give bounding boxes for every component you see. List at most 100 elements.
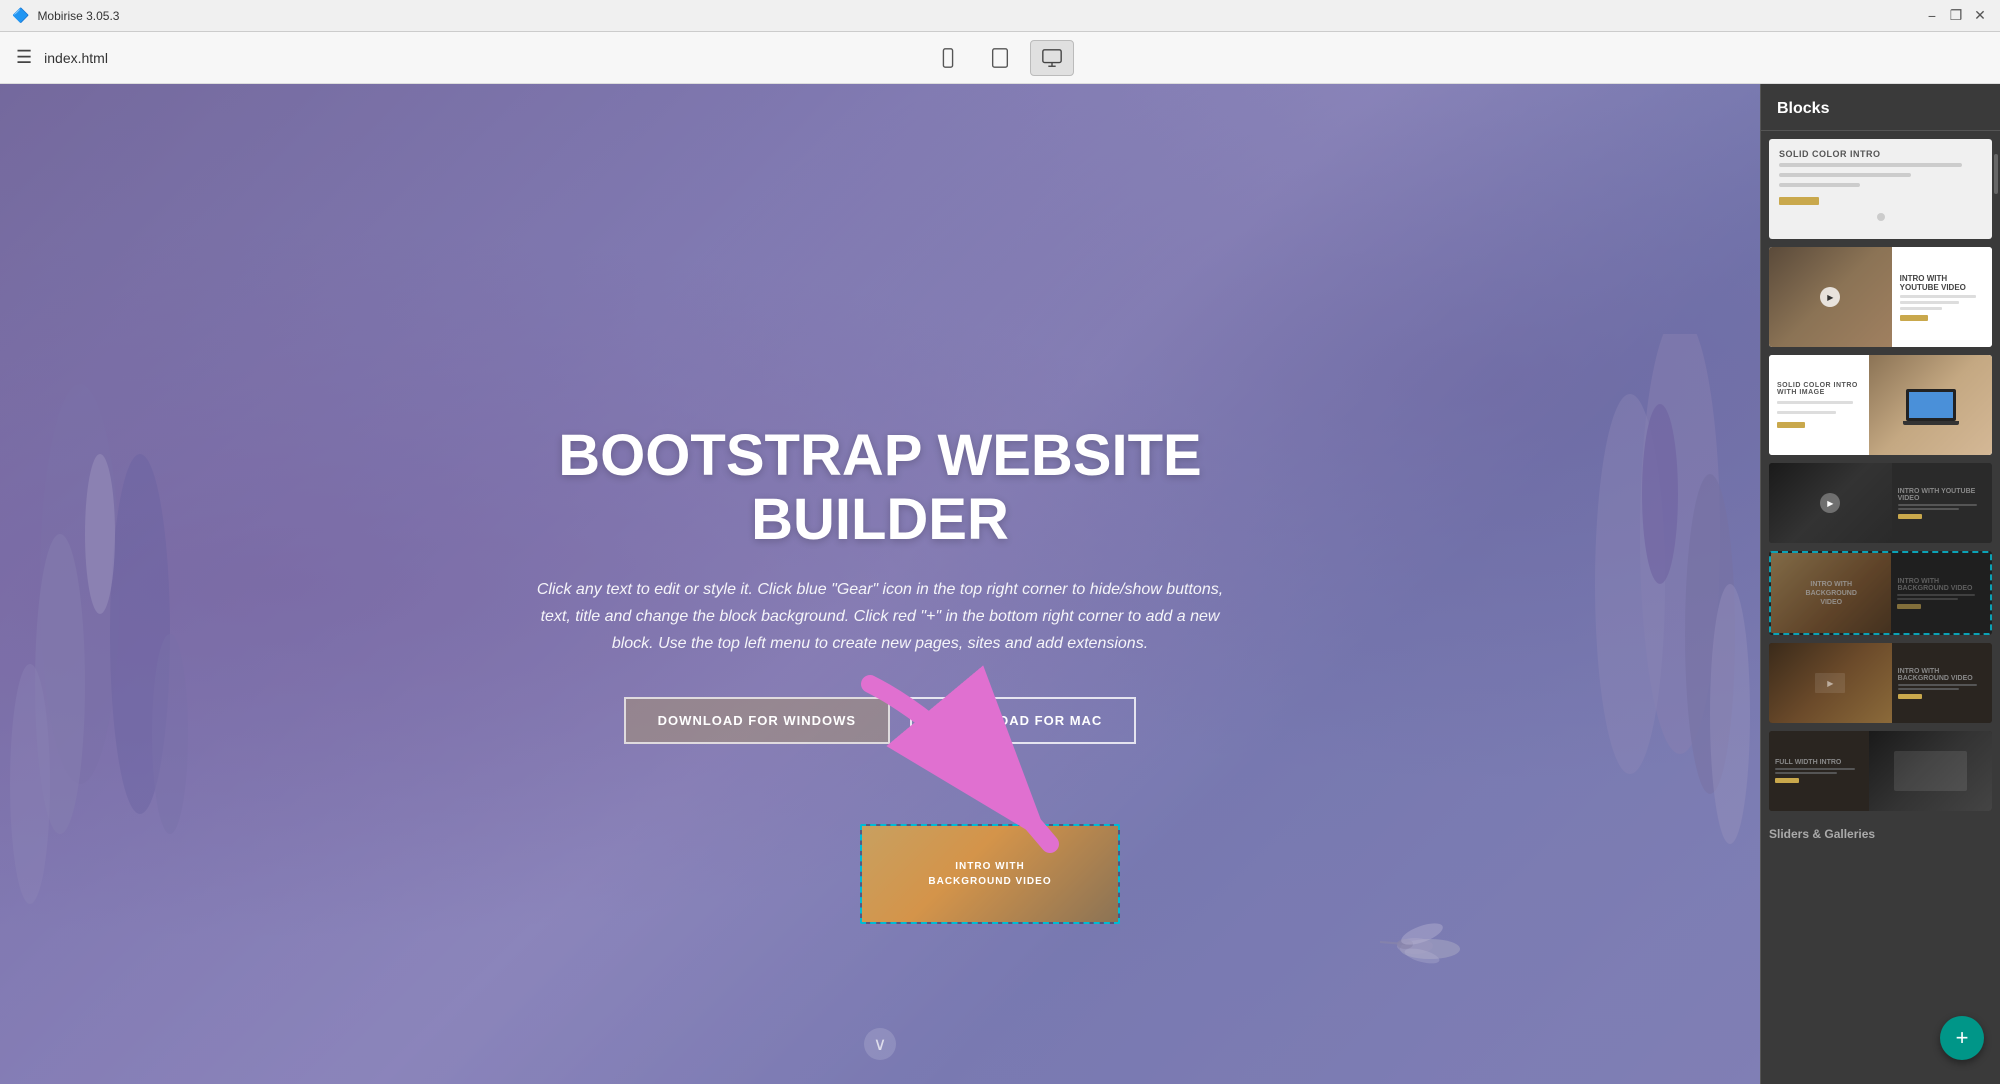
block-yt2-preview: ▶ INTRO WITH YOUTUBE VIDEO — [1769, 463, 1992, 543]
hummingbird — [1360, 904, 1480, 984]
play-icon: ▶ — [1820, 287, 1840, 307]
image-text-area: SOLID COLOR INTRO WITH IMAGE — [1769, 355, 1869, 455]
restore-button[interactable]: ❐ — [1948, 8, 1964, 24]
preview-button — [1775, 778, 1799, 783]
youtube-text-area: INTRO WITH YOUTUBE VIDEO — [1892, 247, 1992, 347]
block-item-intro-youtube-dark[interactable]: ▶ INTRO WITH YOUTUBE VIDEO — [1769, 463, 1992, 543]
bg-video-sublabel: BACKGROUND — [1806, 590, 1857, 597]
drag-preview-label: INTRO WITH — [955, 861, 1024, 872]
block-bg-video2-preview: ▶ INTRO WITH BACKGROUND VIDEO — [1769, 643, 1992, 723]
toolbar: ☰ index.html — [0, 32, 2000, 84]
image-block-label: SOLID COLOR INTRO WITH IMAGE — [1777, 382, 1861, 396]
block-item-intro-youtube[interactable]: ▶ INTRO WITH YOUTUBE VIDEO — [1769, 247, 1992, 347]
preview-button — [1898, 694, 1922, 699]
laptop-illustration — [1906, 389, 1956, 421]
full-width-text-area: FULL WIDTH INTRO — [1769, 731, 1869, 811]
preview-line — [1775, 772, 1837, 774]
blocks-panel: Blocks SOLID COLOR INTRO — [1760, 84, 2000, 1084]
drag-preview-sublabel: BACKGROUND VIDEO — [928, 876, 1051, 887]
full-width-image — [1869, 731, 1992, 811]
bg-v2-block-label: INTRO WITH BACKGROUND VIDEO — [1898, 668, 1986, 682]
bg-video-label: INTRO WITH — [1810, 581, 1852, 588]
bg-video-block-label: INTRO WITH BACKGROUND VIDEO — [1897, 578, 1984, 592]
bg-v2-text-area: INTRO WITH BACKGROUND VIDEO — [1892, 643, 1992, 723]
hero-subtitle[interactable]: Click any text to edit or style it. Clic… — [530, 576, 1230, 658]
block-item-intro-bg-video[interactable]: INTRO WITH BACKGROUND VIDEO INTRO WITH B… — [1769, 551, 1992, 635]
block-youtube-preview: ▶ INTRO WITH YOUTUBE VIDEO — [1769, 247, 1992, 347]
block-with-image-preview: SOLID COLOR INTRO WITH IMAGE — [1769, 355, 1992, 455]
yt2-block-label: INTRO WITH YOUTUBE VIDEO — [1898, 488, 1986, 502]
preview-line — [1897, 598, 1958, 600]
plant-left — [0, 384, 300, 1084]
preview-button — [1900, 315, 1928, 321]
preview-button — [1779, 197, 1819, 205]
preview-line — [1900, 301, 1959, 304]
preview-line — [1898, 684, 1978, 686]
play-icon: ▶ — [1827, 679, 1833, 688]
add-block-button[interactable]: + — [1940, 1016, 1984, 1060]
block-full-width-preview: FULL WIDTH INTRO — [1769, 731, 1992, 811]
desktop-view-button[interactable] — [1030, 40, 1074, 76]
youtube-image: ▶ — [1769, 247, 1892, 347]
bg-v2-image: ▶ — [1815, 673, 1845, 693]
bg-v2-screen: ▶ — [1815, 673, 1845, 693]
block-item-full-width-intro[interactable]: FULL WIDTH INTRO — [1769, 731, 1992, 811]
preview-line — [1777, 401, 1853, 404]
block-bg-video-preview: INTRO WITH BACKGROUND VIDEO INTRO WITH B… — [1771, 553, 1990, 633]
minimize-button[interactable]: − — [1924, 8, 1940, 24]
bg-video-sublabel2: VIDEO — [1820, 599, 1842, 606]
preview-line — [1898, 504, 1978, 506]
menu-icon[interactable]: ☰ — [16, 47, 32, 68]
download-windows-button[interactable]: DOWNLOAD FOR WINDOWS — [624, 697, 890, 744]
bg-v2-thumbnail: ▶ — [1769, 643, 1892, 723]
canvas: BOOTSTRAP WEBSITE BUILDER Click any text… — [0, 84, 1760, 1084]
preview-line — [1898, 508, 1960, 510]
toolbar-view-switcher — [926, 40, 1074, 76]
blocks-panel-header: Blocks — [1761, 84, 2000, 131]
app-title: Mobirise 3.05.3 — [37, 9, 119, 23]
block-item-solid-color-intro[interactable]: SOLID COLOR INTRO — [1769, 139, 1992, 239]
section-label: Sliders & Galleries — [1769, 827, 1875, 841]
close-button[interactable]: ✕ — [1972, 8, 1988, 24]
tablet-view-button[interactable] — [978, 40, 1022, 76]
preview-button — [1777, 422, 1805, 428]
titlebar: 🔷 Mobirise 3.05.3 − ❐ ✕ — [0, 0, 2000, 32]
filename-label: index.html — [44, 50, 108, 66]
block-solid-intro-preview: SOLID COLOR INTRO — [1769, 139, 1992, 239]
yt2-text-area: INTRO WITH YOUTUBE VIDEO — [1892, 463, 1992, 543]
preview-line — [1779, 173, 1911, 177]
preview-line — [1900, 307, 1942, 310]
yt2-image: ▶ — [1769, 463, 1892, 543]
hero-title[interactable]: BOOTSTRAP WEBSITE BUILDER — [530, 424, 1230, 552]
titlebar-controls: − ❐ ✕ — [1924, 8, 1988, 24]
full-width-screen — [1894, 751, 1968, 791]
preview-line — [1897, 594, 1975, 596]
hero-buttons: DOWNLOAD FOR WINDOWS DOWNLOAD FOR MAC — [530, 697, 1230, 744]
bg-video-text-area: INTRO WITH BACKGROUND VIDEO — [1891, 553, 1990, 633]
bg-video-thumbnail: INTRO WITH BACKGROUND VIDEO — [1771, 553, 1891, 633]
blocks-panel-title: Blocks — [1777, 100, 1829, 117]
hero-section: BOOTSTRAP WEBSITE BUILDER Click any text… — [0, 84, 1760, 1084]
app-icon: 🔷 — [12, 7, 29, 24]
toolbar-left: ☰ index.html — [16, 47, 108, 68]
youtube-block-label: INTRO WITH YOUTUBE VIDEO — [1900, 274, 1984, 292]
panel-scrollbar[interactable] — [1994, 154, 1998, 194]
full-width-block-label: FULL WIDTH INTRO — [1775, 759, 1863, 766]
block-solid-intro-label: SOLID COLOR INTRO — [1779, 149, 1982, 159]
image-preview — [1869, 355, 1992, 455]
drag-preview-block: INTRO WITH BACKGROUND VIDEO — [860, 824, 1120, 924]
blocks-list: SOLID COLOR INTRO ▶ — [1761, 131, 2000, 819]
block-item-intro-bg-video-2[interactable]: ▶ INTRO WITH BACKGROUND VIDEO — [1769, 643, 1992, 723]
block-item-solid-color-intro-image[interactable]: SOLID COLOR INTRO WITH IMAGE — [1769, 355, 1992, 455]
preview-dot — [1877, 213, 1885, 221]
mobile-view-button[interactable] — [926, 40, 970, 76]
main-area: BOOTSTRAP WEBSITE BUILDER Click any text… — [0, 84, 2000, 1084]
preview-button — [1897, 604, 1921, 609]
scroll-down-indicator[interactable]: ∨ — [864, 1028, 896, 1060]
preview-line — [1779, 183, 1860, 187]
hero-content: BOOTSTRAP WEBSITE BUILDER Click any text… — [530, 424, 1230, 744]
youtube-thumbnail: ▶ — [1769, 247, 1892, 347]
preview-line — [1898, 688, 1960, 690]
download-mac-button[interactable]: DOWNLOAD FOR MAC — [910, 697, 1136, 744]
play-icon: ▶ — [1820, 493, 1840, 513]
